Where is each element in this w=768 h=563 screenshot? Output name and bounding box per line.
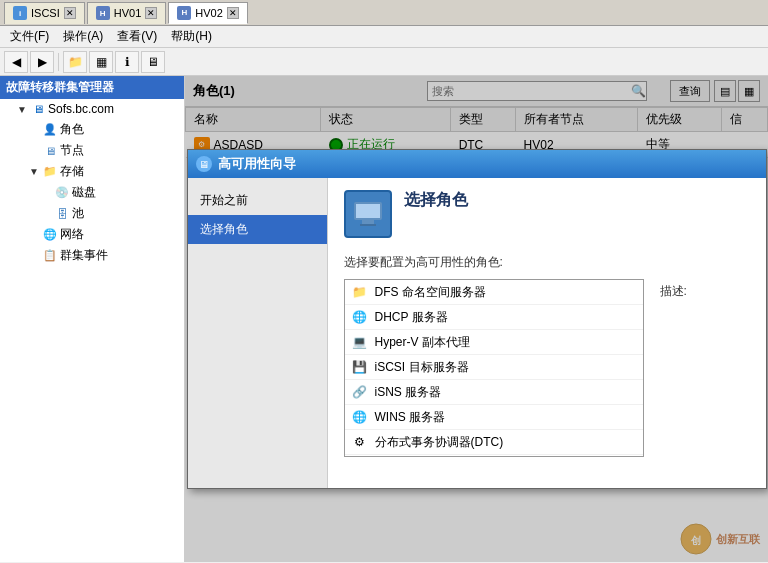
sidebar-item-disks[interactable]: 💿 磁盘 (0, 182, 184, 203)
wizard-step-select-role[interactable]: 选择角色 (188, 215, 327, 244)
expand-icon-events (28, 250, 40, 262)
grid-button[interactable]: ▦ (89, 51, 113, 73)
expand-icon-roles (28, 124, 40, 136)
expand-icon-pool (40, 208, 52, 220)
back-button[interactable]: ◀ (4, 51, 28, 73)
sidebar-item-pool[interactable]: 🗄 池 (0, 203, 184, 224)
expand-icon-nodes (28, 145, 40, 157)
tab-hv01[interactable]: H HV01 ✕ (87, 2, 167, 24)
nodes-icon: 🖥 (42, 143, 58, 159)
dialog-icon-area: 选择角色 (344, 190, 750, 238)
dialog-body: 开始之前 选择角色 (188, 178, 766, 488)
sidebar-item-root[interactable]: ▼ 🖥 Sofs.bc.com (0, 99, 184, 119)
events-icon: 📋 (42, 248, 58, 264)
sidebar-label-pool: 池 (72, 205, 84, 222)
server-icon: 🖥 (30, 101, 46, 117)
role-icon-iscsi: 💾 (351, 358, 369, 376)
dialog-overlay: 🖥 高可用性向导 开始之前 选择角色 (185, 76, 768, 562)
menu-view[interactable]: 查看(V) (111, 26, 163, 47)
sidebar-label-root: Sofs.bc.com (48, 102, 114, 116)
toolbar: ◀ ▶ 📁 ▦ ℹ 🖥 (0, 48, 768, 76)
role-icon-wins: 🌐 (351, 408, 369, 426)
expand-icon-root: ▼ (16, 103, 28, 115)
network-icon: 🌐 (42, 227, 58, 243)
role-icon-dhcp: 🌐 (351, 308, 369, 326)
role-icon-isns: 🔗 (351, 383, 369, 401)
disks-icon: 💿 (54, 185, 70, 201)
menu-bar: 文件(F) 操作(A) 查看(V) 帮助(H) (0, 26, 768, 48)
tab-hv02-close[interactable]: ✕ (227, 7, 239, 19)
forward-button[interactable]: ▶ (30, 51, 54, 73)
sidebar-item-network[interactable]: 🌐 网络 (0, 224, 184, 245)
tab-iscsi-close[interactable]: ✕ (64, 7, 76, 19)
role-item-dfs[interactable]: 📁 DFS 命名空间服务器 (345, 280, 643, 305)
tab-hv02[interactable]: H HV02 ✕ (168, 2, 248, 24)
expand-icon-disks (40, 187, 52, 199)
description-label: 描述: (660, 284, 687, 298)
sidebar-label-events: 群集事件 (60, 247, 108, 264)
expand-icon-network (28, 229, 40, 241)
sidebar-header: 故障转移群集管理器 (0, 76, 184, 99)
storage-icon: 📁 (42, 164, 58, 180)
svg-rect-2 (362, 220, 374, 224)
dialog-title-icon: 🖥 (196, 156, 212, 172)
role-item-dhcp[interactable]: 🌐 DHCP 服务器 (345, 305, 643, 330)
sidebar-item-nodes[interactable]: 🖥 节点 (0, 140, 184, 161)
role-icon-dfs: 📁 (351, 283, 369, 301)
wizard-icon (344, 190, 392, 238)
role-list[interactable]: 📁 DFS 命名空间服务器 🌐 DHCP 服务器 💻 Hyper-V 副本代理 (344, 279, 644, 457)
info-button[interactable]: ℹ (115, 51, 139, 73)
wizard-step-before[interactable]: 开始之前 (188, 186, 327, 215)
sidebar-label-roles: 角色 (60, 121, 84, 138)
svg-rect-3 (360, 224, 376, 226)
sidebar-item-roles[interactable]: 👤 角色 (0, 119, 184, 140)
menu-help[interactable]: 帮助(H) (165, 26, 218, 47)
sidebar-title: 故障转移群集管理器 (6, 80, 114, 94)
role-icon-hyperv: 💻 (351, 333, 369, 351)
high-availability-dialog: 🖥 高可用性向导 开始之前 选择角色 (187, 149, 767, 489)
tab-iscsi[interactable]: i ISCSI ✕ (4, 2, 85, 24)
content-area: 角色(1) 🔍 查询 ▤ ▦ 名称 状态 类型 所有者节点 优先级 信 (185, 76, 768, 562)
sidebar-label-disks: 磁盘 (72, 184, 96, 201)
sidebar-item-storage[interactable]: ▼ 📁 存储 (0, 161, 184, 182)
tab-hv01-close[interactable]: ✕ (145, 7, 157, 19)
dialog-title-bar: 🖥 高可用性向导 (188, 150, 766, 178)
svg-rect-1 (356, 204, 380, 218)
role-item-wins[interactable]: 🌐 WINS 服务器 (345, 405, 643, 430)
pool-icon: 🗄 (54, 206, 70, 222)
expand-icon-storage: ▼ (28, 166, 40, 178)
tab-hv02-icon: H (177, 6, 191, 20)
roles-icon: 👤 (42, 122, 58, 138)
sidebar-label-network: 网络 (60, 226, 84, 243)
tab-hv01-icon: H (96, 6, 110, 20)
role-item-hyperv[interactable]: 💻 Hyper-V 副本代理 (345, 330, 643, 355)
sidebar: 故障转移群集管理器 ▼ 🖥 Sofs.bc.com 👤 角色 🖥 节点 ▼ 📁 … (0, 76, 185, 562)
role-item-dtc[interactable]: ⚙ 分布式事务协调器(DTC) (345, 430, 643, 455)
monitor-button[interactable]: 🖥 (141, 51, 165, 73)
wizard-steps: 开始之前 选择角色 (188, 178, 328, 488)
toolbar-separator-1 (58, 53, 59, 71)
tab-bar: i ISCSI ✕ H HV01 ✕ H HV02 ✕ (0, 0, 768, 26)
wizard-page-title: 选择角色 (404, 190, 468, 211)
folder-button[interactable]: 📁 (63, 51, 87, 73)
description-area: 描述: (660, 279, 687, 457)
role-item-iscsi[interactable]: 💾 iSCSI 目标服务器 (345, 355, 643, 380)
role-icon-dtc: ⚙ (351, 433, 369, 451)
role-item-isns[interactable]: 🔗 iSNS 服务器 (345, 380, 643, 405)
menu-action[interactable]: 操作(A) (57, 26, 109, 47)
dialog-content: 选择角色 选择要配置为高可用性的角色: 📁 DFS 命名空间服务器 (328, 178, 766, 488)
dialog-title: 高可用性向导 (218, 155, 296, 173)
sidebar-label-storage: 存储 (60, 163, 84, 180)
dialog-section-title: 选择要配置为高可用性的角色: (344, 254, 750, 271)
main-layout: 故障转移群集管理器 ▼ 🖥 Sofs.bc.com 👤 角色 🖥 节点 ▼ 📁 … (0, 76, 768, 562)
tab-iscsi-icon: i (13, 6, 27, 20)
sidebar-item-events[interactable]: 📋 群集事件 (0, 245, 184, 266)
sidebar-label-nodes: 节点 (60, 142, 84, 159)
menu-file[interactable]: 文件(F) (4, 26, 55, 47)
role-item-other[interactable]: 🖥 其他服务器 (345, 455, 643, 457)
